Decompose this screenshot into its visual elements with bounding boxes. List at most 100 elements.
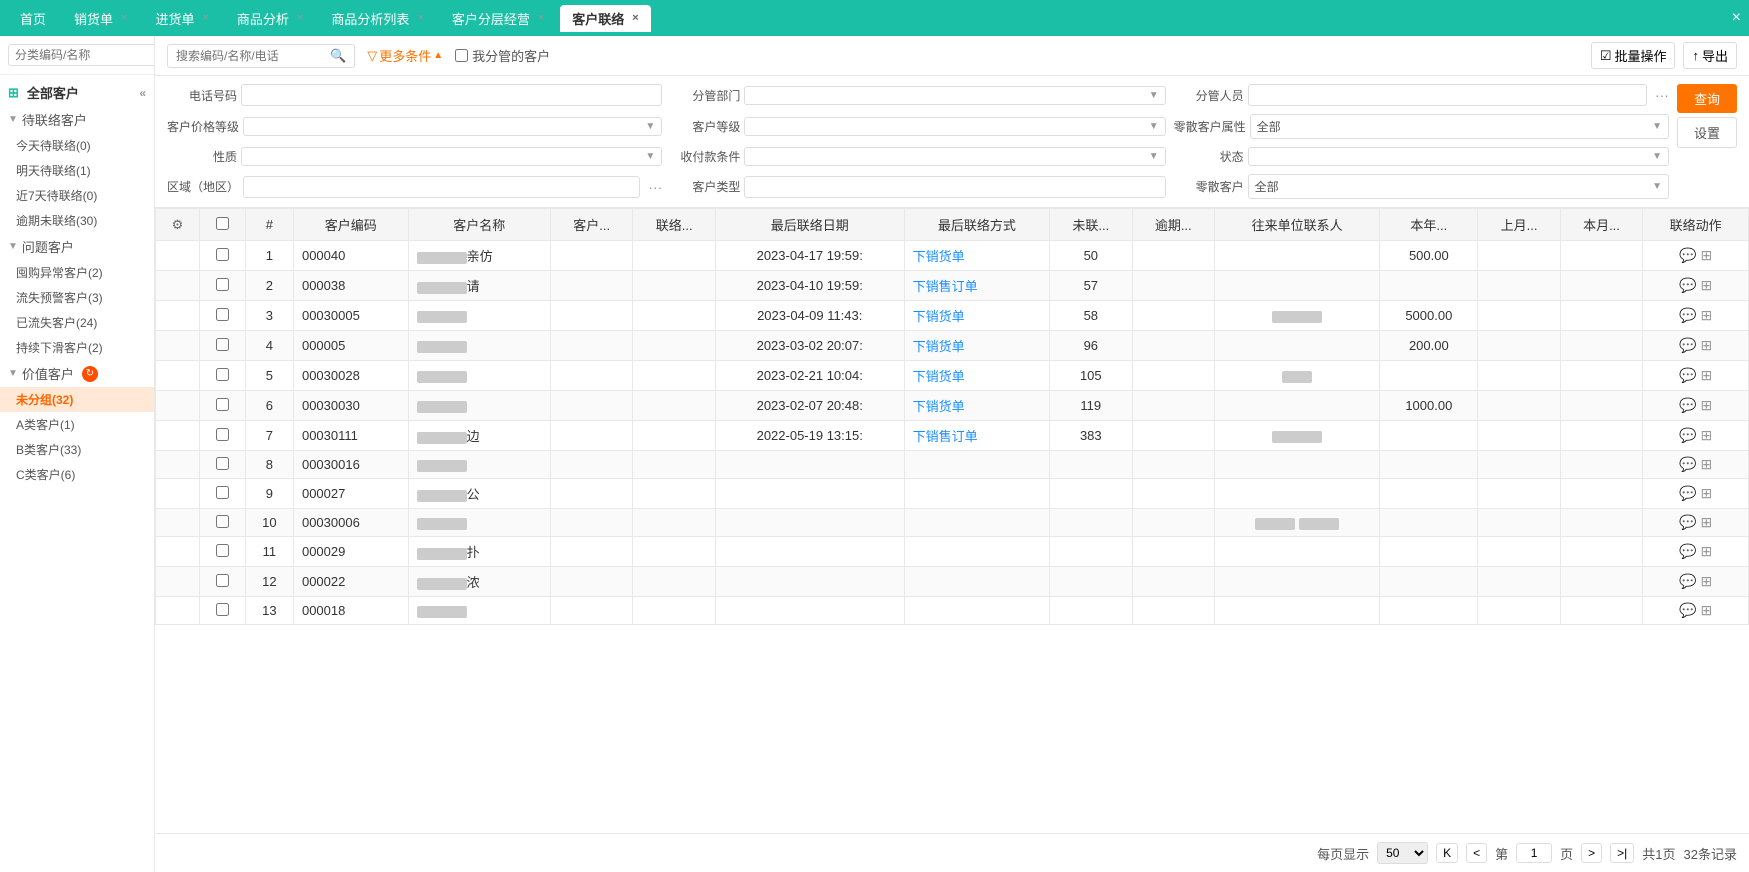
nav-tab-customer-tier[interactable]: 客户分层经营 × (440, 5, 556, 32)
group-value-customers[interactable]: ▼ 价值客户 ↻ (0, 360, 154, 387)
select-all-checkbox[interactable] (216, 217, 229, 230)
grid-action-icon[interactable]: ⊞ (1700, 543, 1712, 560)
row-checkbox[interactable] (216, 308, 229, 321)
close-purchase-icon[interactable]: × (202, 12, 208, 24)
last-contact-way-link[interactable]: 下销货单 (913, 309, 965, 324)
grid-action-icon[interactable]: ⊞ (1700, 514, 1712, 531)
comment-icon[interactable]: 💬 (1679, 456, 1696, 473)
last-contact-way-link[interactable]: 下销货单 (913, 249, 965, 264)
sidebar-item-churn-warning[interactable]: 流失预警客户(3) (0, 285, 154, 310)
last-contact-way-link[interactable]: 下销售订单 (913, 429, 978, 444)
col-last-date[interactable]: 最后联络日期 (715, 209, 904, 241)
row-checkbox[interactable] (216, 603, 229, 616)
close-customer-tier-icon[interactable]: × (538, 12, 544, 24)
close-product-analysis-icon[interactable]: × (297, 12, 303, 24)
customer-level-select[interactable]: ▼ (744, 117, 1165, 136)
page-number-input[interactable] (1516, 843, 1552, 863)
group-pending-contact[interactable]: ▼ 待联络客户 (0, 106, 154, 133)
manager-more-icon[interactable]: ··· (1655, 87, 1669, 103)
grid-action-icon[interactable]: ⊞ (1700, 277, 1712, 294)
prev-page-button[interactable]: < (1466, 843, 1487, 863)
last-contact-way-link[interactable]: 下销货单 (913, 339, 965, 354)
manager-input[interactable] (1248, 84, 1647, 106)
sidebar-search-input[interactable] (8, 44, 155, 66)
region-input[interactable] (243, 176, 640, 198)
comment-icon[interactable]: 💬 (1679, 573, 1696, 590)
col-last-month[interactable]: 上月... (1478, 209, 1560, 241)
close-sales-icon[interactable]: × (121, 12, 127, 24)
more-conditions-button[interactable]: ▽ 更多条件 ▲ (367, 46, 443, 65)
comment-icon[interactable]: 💬 (1679, 397, 1696, 414)
row-checkbox[interactable] (216, 574, 229, 587)
comment-icon[interactable]: 💬 (1679, 514, 1696, 531)
search-input[interactable] (176, 49, 326, 63)
col-code[interactable]: 客户编码 (293, 209, 408, 241)
query-button[interactable]: 查询 (1677, 84, 1737, 113)
sidebar-item-declining[interactable]: 持续下滑客户(2) (0, 335, 154, 360)
grid-action-icon[interactable]: ⊞ (1700, 307, 1712, 324)
export-button[interactable]: ↑ 导出 (1683, 42, 1737, 69)
row-checkbox[interactable] (216, 338, 229, 351)
comment-icon[interactable]: 💬 (1679, 247, 1696, 264)
row-checkbox[interactable] (216, 368, 229, 381)
col-this-month[interactable]: 本月... (1560, 209, 1642, 241)
sidebar-item-churned[interactable]: 已流失客户(24) (0, 310, 154, 335)
sidebar-item-week-pending[interactable]: 近7天待联络(0) (0, 183, 154, 208)
row-checkbox[interactable] (216, 248, 229, 261)
page-size-select[interactable]: 50 100 (1377, 842, 1428, 864)
group-problem-customers[interactable]: ▼ 问题客户 (0, 233, 154, 260)
nav-tab-product-analysis-list[interactable]: 商品分析列表 × (319, 5, 435, 32)
comment-icon[interactable]: 💬 (1679, 307, 1696, 324)
reset-button[interactable]: 设置 (1677, 117, 1737, 148)
nav-tab-customer-contact[interactable]: 客户联络 × (560, 5, 650, 32)
row-checkbox[interactable] (216, 398, 229, 411)
sidebar-item-type-a[interactable]: A类客户(1) (0, 412, 154, 437)
grid-action-icon[interactable]: ⊞ (1700, 427, 1712, 444)
grid-action-icon[interactable]: ⊞ (1700, 337, 1712, 354)
retail-attr-select[interactable]: 全部 ▼ (1250, 114, 1669, 139)
sidebar-item-ungroup[interactable]: 未分组(32) (0, 387, 154, 412)
comment-icon[interactable]: 💬 (1679, 543, 1696, 560)
row-checkbox[interactable] (216, 544, 229, 557)
grid-action-icon[interactable]: ⊞ (1700, 397, 1712, 414)
search-icon[interactable]: 🔍 (330, 48, 346, 64)
comment-icon[interactable]: 💬 (1679, 427, 1696, 444)
comment-icon[interactable]: 💬 (1679, 602, 1696, 619)
col-type[interactable]: 客户... (550, 209, 632, 241)
col-name[interactable]: 客户名称 (408, 209, 550, 241)
payment-select[interactable]: ▼ (744, 147, 1165, 166)
my-customers-checkbox[interactable] (455, 49, 468, 62)
close-customer-contact-icon[interactable]: × (632, 12, 638, 24)
comment-icon[interactable]: 💬 (1679, 485, 1696, 502)
sidebar-item-abnormal-stock[interactable]: 囤购异常客户(2) (0, 260, 154, 285)
col-overdue[interactable]: 逾期... (1132, 209, 1214, 241)
nav-tab-product-analysis[interactable]: 商品分析 × (225, 5, 315, 32)
last-contact-way-link[interactable]: 下销货单 (913, 369, 965, 384)
status-select[interactable]: ▼ (1248, 147, 1669, 166)
close-product-analysis-list-icon[interactable]: × (417, 12, 423, 24)
retail-customer-select[interactable]: 全部 ▼ (1248, 174, 1669, 199)
customer-type-input[interactable] (744, 176, 1165, 198)
sidebar-item-type-c[interactable]: C类客户(6) (0, 462, 154, 487)
comment-icon[interactable]: 💬 (1679, 277, 1696, 294)
nature-select[interactable]: ▼ (241, 147, 662, 166)
grid-action-icon[interactable]: ⊞ (1700, 367, 1712, 384)
last-contact-way-link[interactable]: 下销货单 (913, 399, 965, 414)
col-contact[interactable]: 联络... (633, 209, 715, 241)
sidebar-item-today-pending[interactable]: 今天待联络(0) (0, 133, 154, 158)
nav-tab-home[interactable]: 首页 (8, 5, 58, 32)
row-checkbox[interactable] (216, 428, 229, 441)
comment-icon[interactable]: 💬 (1679, 337, 1696, 354)
grid-action-icon[interactable]: ⊞ (1700, 247, 1712, 264)
grid-action-icon[interactable]: ⊞ (1700, 602, 1712, 619)
grid-action-icon[interactable]: ⊞ (1700, 456, 1712, 473)
col-no-contact[interactable]: 未联... (1050, 209, 1132, 241)
phone-input[interactable] (241, 84, 662, 106)
col-unit-contact[interactable]: 往来单位联系人 (1214, 209, 1379, 241)
window-close-icon[interactable]: × (1732, 9, 1741, 27)
next-page-button[interactable]: > (1581, 843, 1602, 863)
dept-select[interactable]: ▼ (744, 86, 1165, 105)
grid-action-icon[interactable]: ⊞ (1700, 573, 1712, 590)
sidebar-item-tomorrow-pending[interactable]: 明天待联络(1) (0, 158, 154, 183)
comment-icon[interactable]: 💬 (1679, 367, 1696, 384)
